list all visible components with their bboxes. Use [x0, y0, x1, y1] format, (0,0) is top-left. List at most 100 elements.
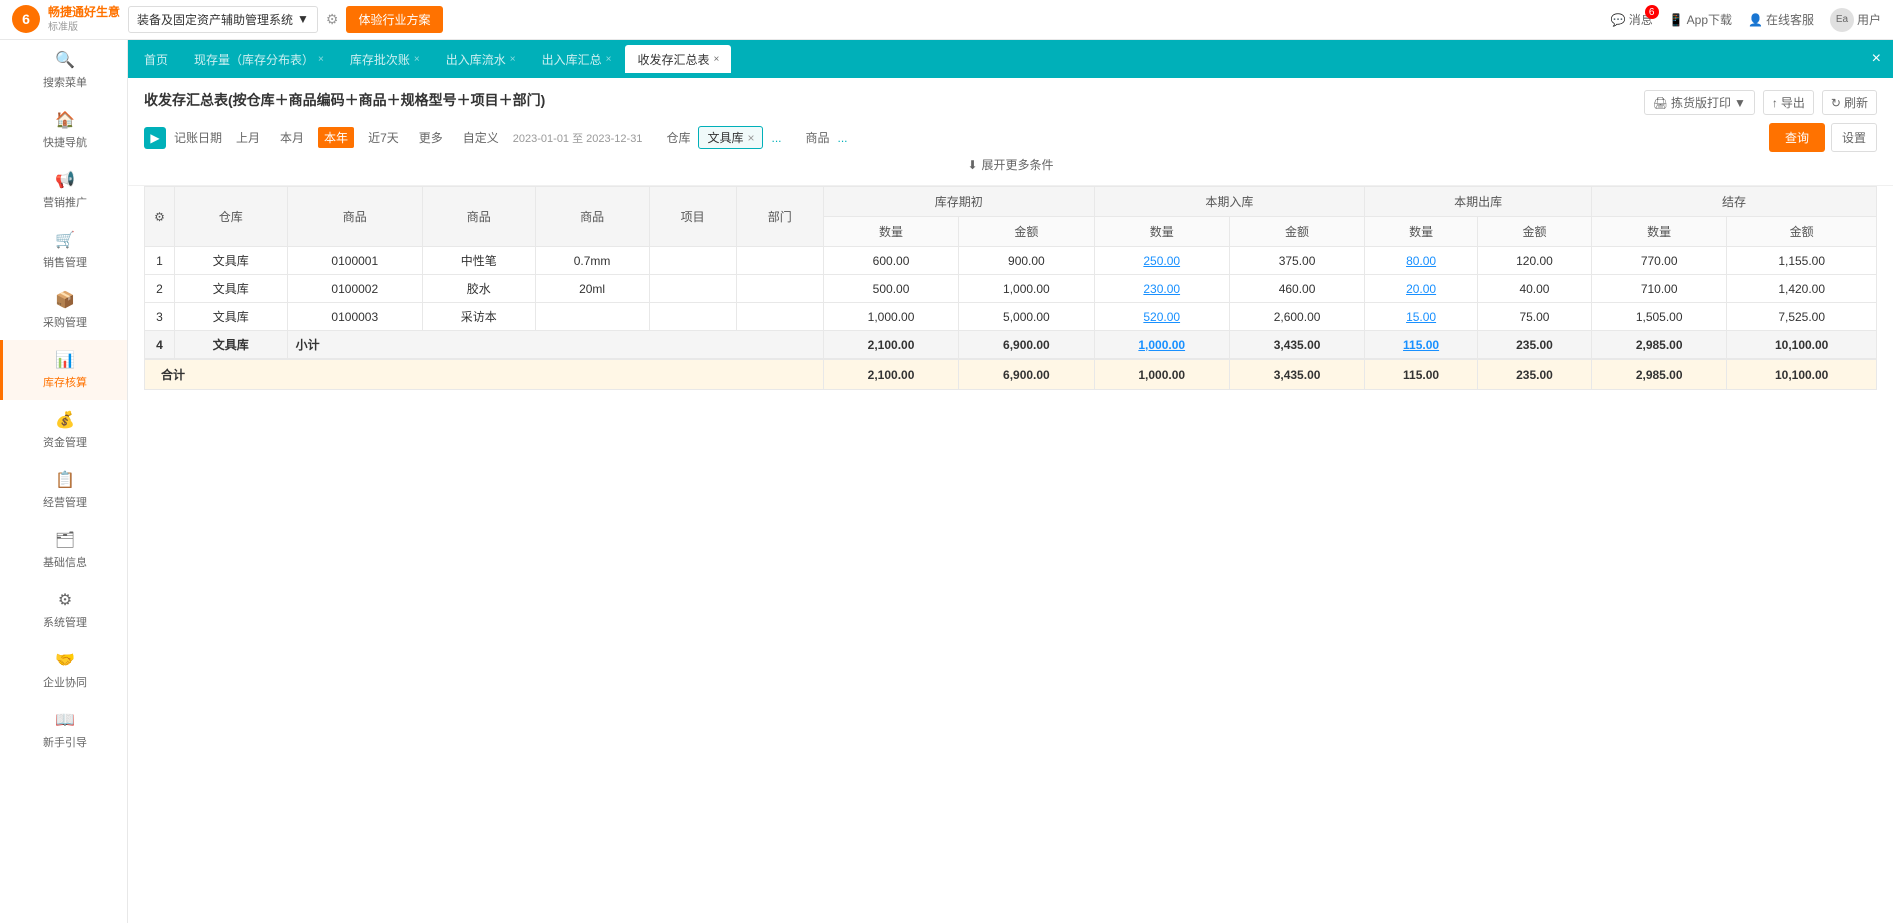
inventory-icon: 📊	[55, 350, 75, 370]
sidebar-item-inventory[interactable]: 📊 库存核算	[0, 340, 127, 400]
tab-stock-dist[interactable]: 现存量（库存分布表） ×	[182, 45, 336, 73]
goods-more-btn[interactable]: ...	[838, 131, 848, 145]
guide-icon: 📖	[55, 710, 75, 730]
tab-batch-close[interactable]: ×	[414, 54, 420, 65]
tab-home[interactable]: 首页	[132, 45, 180, 73]
out-qty-link[interactable]: 20.00	[1406, 282, 1436, 296]
export-button[interactable]: ↑ 导出	[1763, 90, 1814, 115]
gear-icon[interactable]: ⚙	[326, 11, 339, 28]
app-download-label: App下载	[1687, 11, 1732, 28]
in-qty-link[interactable]: 230.00	[1143, 282, 1180, 296]
subtotal-row: 4 文具库 小计 2,100.00 6,900.00 1,000.00 3,43…	[145, 331, 1877, 360]
sidebar-label-quick-nav: 快捷导航	[43, 134, 87, 150]
message-badge: 6	[1645, 5, 1659, 19]
tab-stock-dist-close[interactable]: ×	[318, 54, 324, 65]
th-warehouse: 仓库	[175, 187, 288, 247]
th-open-amt: 金额	[959, 217, 1094, 247]
query-button[interactable]: 查询	[1769, 123, 1825, 152]
total-close-amt: 10,100.00	[1727, 359, 1877, 390]
system-selector[interactable]: 装备及固定资产辅助管理系统 ▼	[128, 6, 318, 33]
tab-inout-flow[interactable]: 出入库流水 ×	[434, 45, 528, 73]
th-sku-code: 商品	[287, 187, 422, 247]
app-download-item[interactable]: 📱 App下载	[1669, 11, 1732, 28]
print-label: 拣货版打印	[1671, 94, 1731, 111]
sidebar-label-operations: 经营管理	[43, 494, 87, 510]
expand-label: 展开更多条件	[982, 156, 1054, 173]
settings-button[interactable]: 设置	[1831, 123, 1877, 152]
out-qty-link[interactable]: 80.00	[1406, 254, 1436, 268]
th-dept: 部门	[736, 187, 823, 247]
avatar: Ea	[1830, 8, 1854, 32]
date-last7[interactable]: 近7天	[362, 127, 405, 148]
expand-more-button[interactable]: ⬇ 展开更多条件	[967, 156, 1053, 173]
date-this-month[interactable]: 本月	[274, 127, 310, 148]
subtotal-close-amt: 10,100.00	[1727, 331, 1877, 360]
basic-icon: 🗂	[55, 530, 75, 550]
subtotal-open-qty: 2,100.00	[823, 331, 958, 360]
cell-out-qty[interactable]: 20.00	[1365, 275, 1478, 303]
filter-toggle-button[interactable]: ▶	[144, 127, 166, 149]
sidebar-item-basic[interactable]: 🗂 基础信息	[0, 520, 127, 580]
date-last-month[interactable]: 上月	[230, 127, 266, 148]
subtotal-in-qty-link[interactable]: 1,000.00	[1138, 338, 1185, 352]
print-button[interactable]: 🖨 拣货版打印 ▼	[1644, 90, 1755, 115]
cell-close-amt: 7,525.00	[1727, 303, 1877, 331]
warehouse-tag-remove[interactable]: ×	[747, 131, 754, 145]
column-settings-icon[interactable]: ⚙	[154, 210, 165, 224]
tab-receive-send[interactable]: 收发存汇总表 ×	[625, 45, 731, 73]
sidebar-item-quick-nav[interactable]: 🏠 快捷导航	[0, 100, 127, 160]
sidebar-label-enterprise: 企业协同	[43, 674, 87, 690]
th-close-amt: 金额	[1727, 217, 1877, 247]
operations-icon: 📋	[55, 470, 75, 490]
th-spec: 商品	[535, 187, 649, 247]
refresh-button[interactable]: ↻ 刷新	[1822, 90, 1877, 115]
sidebar-item-purchase[interactable]: 📦 采购管理	[0, 280, 127, 340]
page-top: 收发存汇总表(按仓库＋商品编码＋商品＋规格型号＋项目＋部门) 🖨 拣货版打印 ▼…	[128, 78, 1893, 115]
trial-button[interactable]: 体验行业方案	[346, 6, 442, 33]
cell-sku-code: 0100003	[287, 303, 422, 331]
sidebar-item-search[interactable]: 🔍 搜索菜单	[0, 40, 127, 100]
cell-in-qty[interactable]: 230.00	[1094, 275, 1229, 303]
date-custom[interactable]: 自定义	[457, 127, 505, 148]
th-close-qty: 数量	[1592, 217, 1727, 247]
tab-inout-summary-close[interactable]: ×	[606, 54, 612, 65]
tab-inout-summary[interactable]: 出入库汇总 ×	[530, 45, 624, 73]
out-qty-link[interactable]: 15.00	[1406, 310, 1436, 324]
tab-inout-flow-close[interactable]: ×	[510, 54, 516, 65]
cell-in-qty[interactable]: 250.00	[1094, 247, 1229, 275]
online-service-item[interactable]: 👤 在线客服	[1748, 11, 1814, 28]
tab-bar-close-all[interactable]: ×	[1864, 50, 1889, 68]
sidebar-item-operations[interactable]: 📋 经营管理	[0, 460, 127, 520]
cell-out-qty[interactable]: 15.00	[1365, 303, 1478, 331]
sidebar-item-enterprise[interactable]: 🤝 企业协同	[0, 640, 127, 700]
in-qty-link[interactable]: 250.00	[1143, 254, 1180, 268]
header-left: 6 畅捷通好生意 标准版 装备及固定资产辅助管理系统 ▼ ⚙ 体验行业方案	[12, 4, 443, 35]
expand-row: ⬇ 展开更多条件	[144, 152, 1877, 177]
sidebar-item-guide[interactable]: 📖 新手引导	[0, 700, 127, 760]
sidebar-item-system[interactable]: ⚙ 系统管理	[0, 580, 127, 640]
sidebar-item-finance[interactable]: 💰 资金管理	[0, 400, 127, 460]
sidebar-item-marketing[interactable]: 📢 营销推广	[0, 160, 127, 220]
total-out-amt: 235.00	[1477, 359, 1591, 390]
cell-dept	[736, 275, 823, 303]
main-content: 首页 现存量（库存分布表） × 库存批次账 × 出入库流水 × 出入库汇总 × …	[128, 40, 1893, 923]
date-more[interactable]: 更多	[413, 127, 449, 148]
subtotal-open-amt: 6,900.00	[959, 331, 1094, 360]
warehouse-more-btn[interactable]: ...	[771, 131, 781, 145]
th-settings[interactable]: ⚙	[145, 187, 175, 247]
tab-batch[interactable]: 库存批次账 ×	[338, 45, 432, 73]
cell-in-qty[interactable]: 520.00	[1094, 303, 1229, 331]
main-layout: 🔍 搜索菜单 🏠 快捷导航 📢 营销推广 🛒 销售管理 📦 采购管理 📊 库存核…	[0, 40, 1893, 923]
subtotal-out-qty-link[interactable]: 115.00	[1403, 338, 1439, 352]
tab-receive-send-close[interactable]: ×	[713, 54, 719, 65]
in-qty-link[interactable]: 520.00	[1143, 310, 1180, 324]
message-item[interactable]: 💬 消息 6	[1611, 11, 1653, 28]
online-service-label: 在线客服	[1766, 11, 1814, 28]
chevron-down-icon: ▼	[297, 12, 309, 26]
cell-out-qty[interactable]: 80.00	[1365, 247, 1478, 275]
user-item[interactable]: Ea 用户	[1830, 8, 1881, 32]
home-icon: 🏠	[55, 110, 75, 130]
date-this-year[interactable]: 本年	[318, 127, 354, 148]
sidebar-label-inventory: 库存核算	[43, 374, 87, 390]
sidebar-item-sales[interactable]: 🛒 销售管理	[0, 220, 127, 280]
